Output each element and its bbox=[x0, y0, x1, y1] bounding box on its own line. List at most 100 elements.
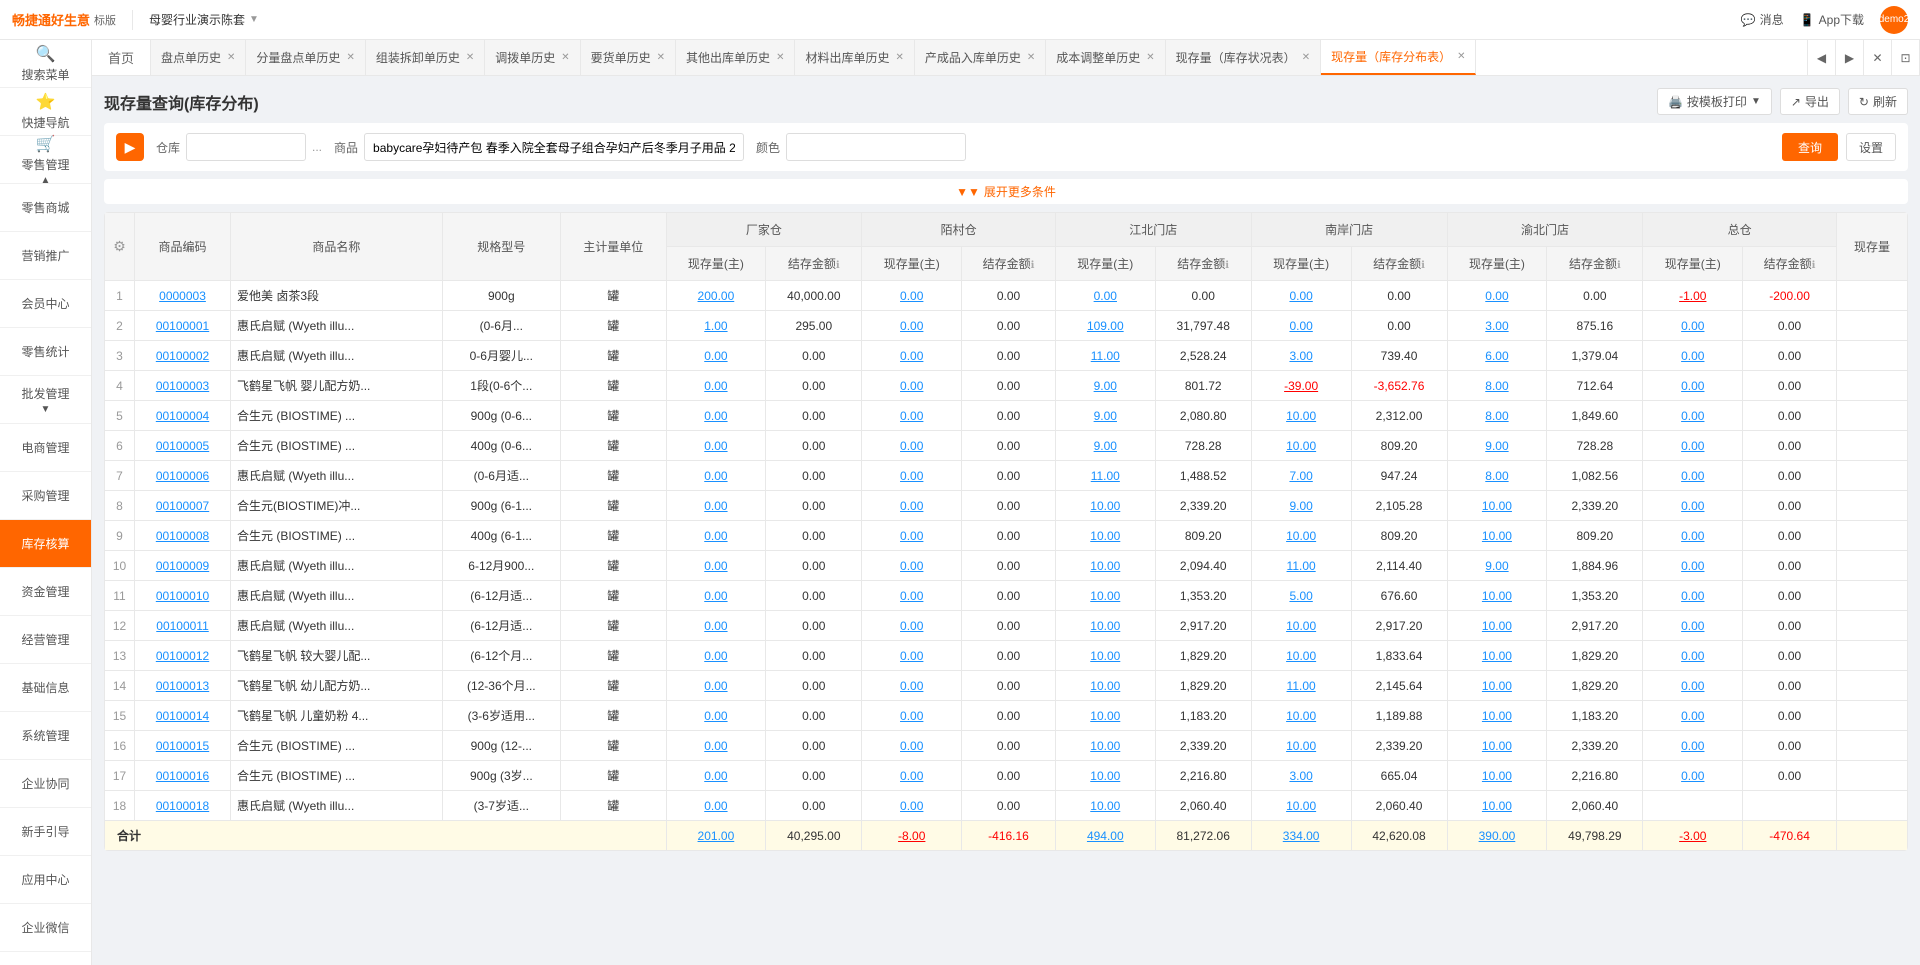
search-expand-btn[interactable]: ▶ bbox=[116, 133, 144, 161]
row-tot-qty[interactable]: 0.00 bbox=[1643, 371, 1743, 401]
total-tot-qty[interactable]: -3.00 bbox=[1643, 821, 1743, 851]
row-tot-qty[interactable]: 0.00 bbox=[1643, 311, 1743, 341]
row-na-qty[interactable]: 0.00 bbox=[1251, 311, 1351, 341]
row-tot-qty[interactable]: 0.00 bbox=[1643, 701, 1743, 731]
sidebar-item-retail-mgmt[interactable]: 🛒 零售管理 ▲ bbox=[0, 136, 91, 184]
row-f-qty[interactable]: 0.00 bbox=[666, 461, 766, 491]
row-jb-qty[interactable]: 10.00 bbox=[1055, 791, 1155, 821]
settings-icon[interactable]: ⚙ bbox=[113, 238, 126, 254]
row-yb-qty[interactable]: 10.00 bbox=[1447, 611, 1547, 641]
tab-close-all[interactable]: ✕ bbox=[1864, 40, 1892, 75]
row-f-qty[interactable]: 0.00 bbox=[666, 491, 766, 521]
total-yb-qty[interactable]: 390.00 bbox=[1447, 821, 1547, 851]
tab-expand-btn[interactable]: ⊡ bbox=[1892, 40, 1920, 75]
row-na-qty[interactable]: 10.00 bbox=[1251, 401, 1351, 431]
row-yb-qty[interactable]: 10.00 bbox=[1447, 521, 1547, 551]
system-selector[interactable]: 母婴行业演示陈套 ▼ bbox=[149, 11, 259, 28]
row-m-qty[interactable]: 0.00 bbox=[862, 431, 962, 461]
tab-material-out[interactable]: 材料出库单历史 ✕ bbox=[795, 40, 914, 75]
row-yb-qty[interactable]: 10.00 bbox=[1447, 731, 1547, 761]
tab-close-9[interactable]: ✕ bbox=[1302, 52, 1310, 63]
query-button[interactable]: 查询 bbox=[1782, 133, 1838, 161]
tab-cost-adjust[interactable]: 成本调整单历史 ✕ bbox=[1046, 40, 1165, 75]
tab-close-10[interactable]: ✕ bbox=[1457, 51, 1465, 62]
row-yb-qty[interactable]: 10.00 bbox=[1447, 491, 1547, 521]
row-na-qty[interactable]: 10.00 bbox=[1251, 521, 1351, 551]
row-na-qty[interactable]: 10.00 bbox=[1251, 641, 1351, 671]
tab-stock-dist[interactable]: 现存量（库存分布表） ✕ bbox=[1321, 40, 1476, 75]
row-f-qty[interactable]: 0.00 bbox=[666, 641, 766, 671]
row-m-qty[interactable]: 0.00 bbox=[862, 551, 962, 581]
row-f-qty[interactable]: 1.00 bbox=[666, 311, 766, 341]
row-m-qty[interactable]: 0.00 bbox=[862, 491, 962, 521]
row-yb-qty[interactable]: 8.00 bbox=[1447, 401, 1547, 431]
row-code[interactable]: 00100005 bbox=[135, 431, 231, 461]
row-f-qty[interactable]: 200.00 bbox=[666, 281, 766, 311]
row-f-qty[interactable]: 0.00 bbox=[666, 401, 766, 431]
sidebar-item-nav[interactable]: ⭐ 快捷导航 bbox=[0, 88, 91, 136]
tab-transfer[interactable]: 调拨单历史 ✕ bbox=[485, 40, 580, 75]
row-m-qty[interactable]: 0.00 bbox=[862, 341, 962, 371]
row-m-qty[interactable]: 0.00 bbox=[862, 281, 962, 311]
row-yb-qty[interactable]: 9.00 bbox=[1447, 431, 1547, 461]
row-code[interactable]: 00100003 bbox=[135, 371, 231, 401]
row-jb-qty[interactable]: 10.00 bbox=[1055, 551, 1155, 581]
tab-close-3[interactable]: ✕ bbox=[561, 52, 569, 63]
row-f-qty[interactable]: 0.00 bbox=[666, 701, 766, 731]
row-yb-qty[interactable]: 10.00 bbox=[1447, 701, 1547, 731]
sidebar-item-member[interactable]: 会员中心 bbox=[0, 280, 91, 328]
tab-close-1[interactable]: ✕ bbox=[346, 52, 354, 63]
warehouse-input[interactable] bbox=[186, 133, 306, 161]
sidebar-item-finance[interactable]: 资金管理 bbox=[0, 568, 91, 616]
tab-qty-check[interactable]: 分量盘点单历史 ✕ bbox=[246, 40, 365, 75]
row-code[interactable]: 00100009 bbox=[135, 551, 231, 581]
row-jb-qty[interactable]: 109.00 bbox=[1055, 311, 1155, 341]
row-code[interactable]: 00100012 bbox=[135, 641, 231, 671]
row-code[interactable]: 00100014 bbox=[135, 701, 231, 731]
sidebar-item-collab[interactable]: 企业协同 bbox=[0, 760, 91, 808]
row-yb-qty[interactable]: 10.00 bbox=[1447, 671, 1547, 701]
sidebar-item-wecom[interactable]: 企业微信 bbox=[0, 904, 91, 952]
row-yb-qty[interactable]: 8.00 bbox=[1447, 461, 1547, 491]
row-m-qty[interactable]: 0.00 bbox=[862, 371, 962, 401]
row-tot-qty[interactable]: 0.00 bbox=[1643, 581, 1743, 611]
row-jb-qty[interactable]: 10.00 bbox=[1055, 671, 1155, 701]
sidebar-item-retail-store[interactable]: 零售商城 bbox=[0, 184, 91, 232]
total-na-qty[interactable]: 334.00 bbox=[1251, 821, 1351, 851]
row-na-qty[interactable]: 11.00 bbox=[1251, 671, 1351, 701]
sidebar-item-retail-stats[interactable]: 零售统计 bbox=[0, 328, 91, 376]
row-na-qty[interactable]: 3.00 bbox=[1251, 761, 1351, 791]
row-yb-qty[interactable]: 10.00 bbox=[1447, 641, 1547, 671]
row-jb-qty[interactable]: 10.00 bbox=[1055, 521, 1155, 551]
row-yb-qty[interactable]: 0.00 bbox=[1447, 281, 1547, 311]
row-na-qty[interactable]: 11.00 bbox=[1251, 551, 1351, 581]
jb-amt-info[interactable]: ℹ bbox=[1225, 260, 1229, 271]
row-na-qty[interactable]: 5.00 bbox=[1251, 581, 1351, 611]
row-na-qty[interactable]: 10.00 bbox=[1251, 731, 1351, 761]
m-amt-info[interactable]: ℹ bbox=[1031, 260, 1035, 271]
tab-stock-status[interactable]: 现存量（库存状况表） ✕ bbox=[1166, 40, 1321, 75]
row-jb-qty[interactable]: 11.00 bbox=[1055, 461, 1155, 491]
row-code[interactable]: 00100004 bbox=[135, 401, 231, 431]
color-input[interactable] bbox=[786, 133, 966, 161]
tab-close-0[interactable]: ✕ bbox=[227, 52, 235, 63]
row-na-qty[interactable]: 10.00 bbox=[1251, 701, 1351, 731]
row-jb-qty[interactable]: 10.00 bbox=[1055, 761, 1155, 791]
product-input[interactable] bbox=[364, 133, 744, 161]
th-settings[interactable]: ⚙ bbox=[105, 213, 135, 281]
sidebar-item-search[interactable]: 🔍 搜索菜单 bbox=[0, 40, 91, 88]
total-jb-qty[interactable]: 494.00 bbox=[1055, 821, 1155, 851]
row-code[interactable]: 00100015 bbox=[135, 731, 231, 761]
row-tot-qty[interactable]: 0.00 bbox=[1643, 521, 1743, 551]
row-jb-qty[interactable]: 10.00 bbox=[1055, 731, 1155, 761]
row-tot-qty[interactable] bbox=[1643, 791, 1743, 821]
row-tot-qty[interactable]: 0.00 bbox=[1643, 641, 1743, 671]
row-code[interactable]: 00100002 bbox=[135, 341, 231, 371]
tab-close-7[interactable]: ✕ bbox=[1027, 52, 1035, 63]
row-na-qty[interactable]: 0.00 bbox=[1251, 281, 1351, 311]
yb-amt-info[interactable]: ℹ bbox=[1617, 260, 1621, 271]
row-code[interactable]: 00100018 bbox=[135, 791, 231, 821]
tab-requisition[interactable]: 要货单历史 ✕ bbox=[581, 40, 676, 75]
user-avatar[interactable]: demo2 bbox=[1880, 6, 1908, 34]
row-code[interactable]: 00100016 bbox=[135, 761, 231, 791]
